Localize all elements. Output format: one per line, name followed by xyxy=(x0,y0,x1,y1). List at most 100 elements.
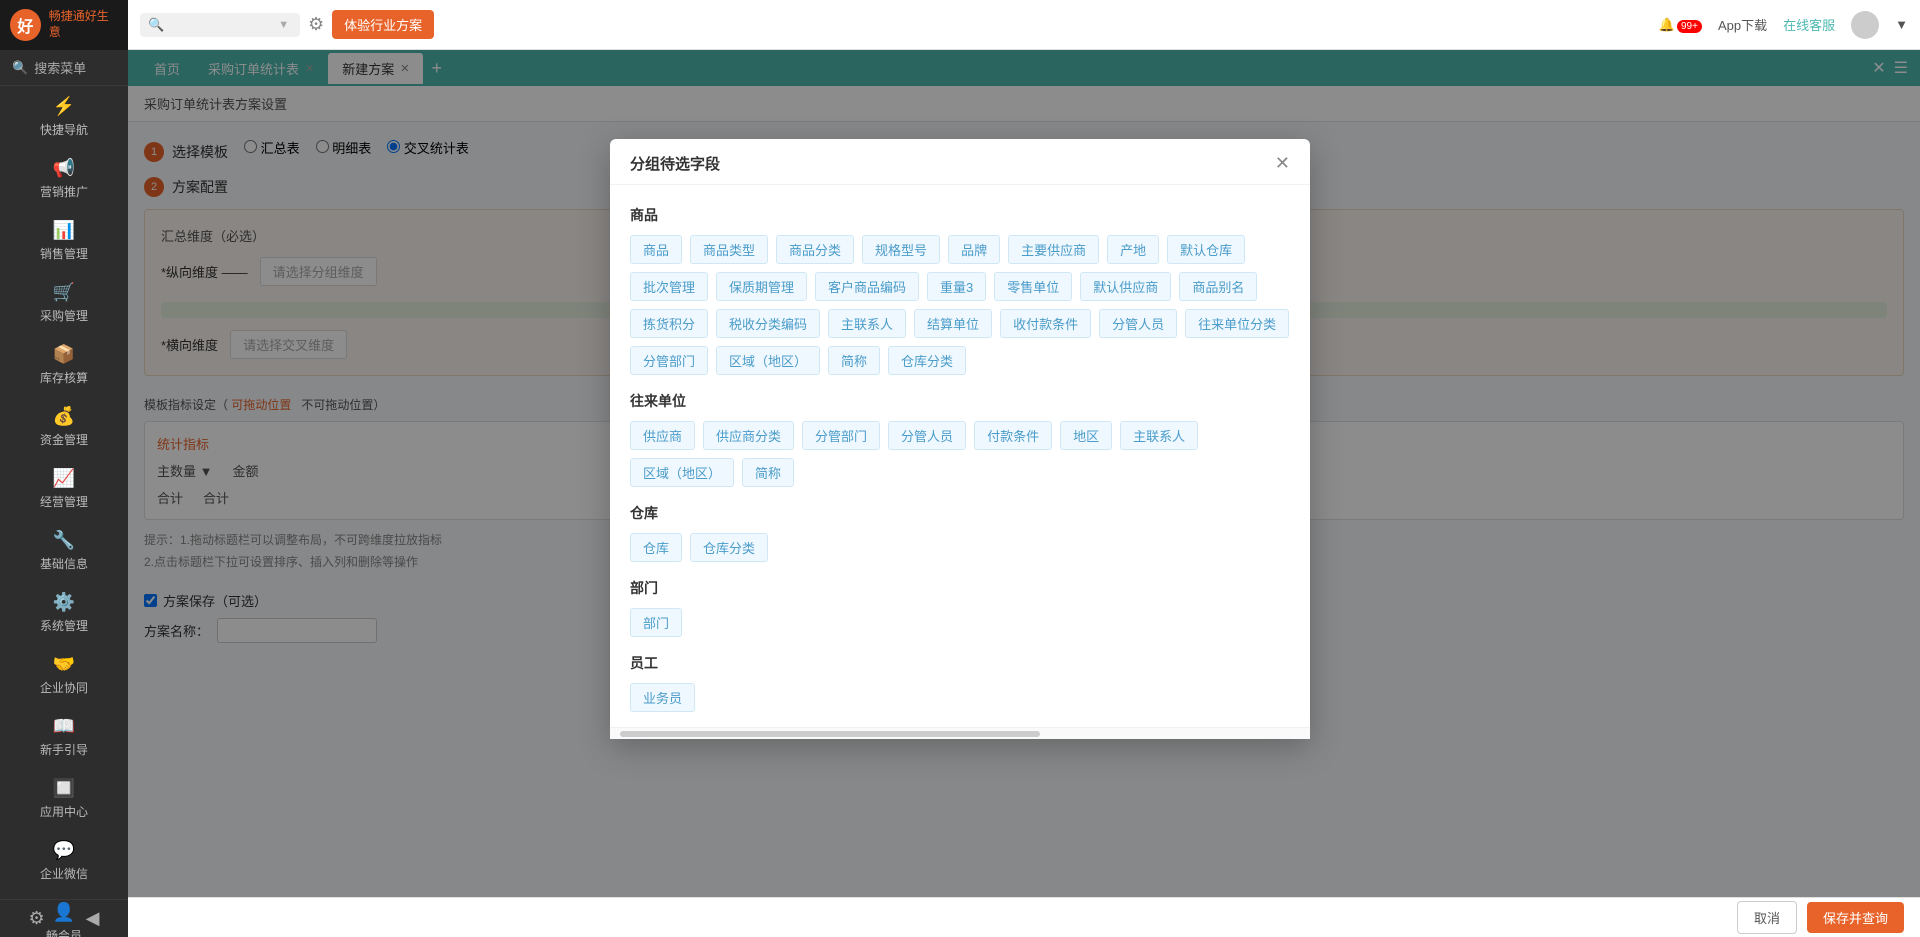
sidebar-guide-label: 新手引导 xyxy=(40,741,88,758)
tag-product-25[interactable]: 仓库分类 xyxy=(888,346,966,375)
sidebar-purchase-label: 采购管理 xyxy=(40,307,88,324)
tag-product-8[interactable]: 批次管理 xyxy=(630,272,708,301)
online-support-link[interactable]: 在线客服 xyxy=(1783,15,1835,34)
sidebar-guide-icon: 📖 xyxy=(53,716,75,737)
tag-product-16[interactable]: 税收分类编码 xyxy=(716,309,820,338)
tag-product-23[interactable]: 区域（地区） xyxy=(716,346,820,375)
tag-product-6[interactable]: 产地 xyxy=(1107,235,1159,264)
tag-product-14[interactable]: 商品别名 xyxy=(1179,272,1257,301)
tag-product-11[interactable]: 重量3 xyxy=(927,272,986,301)
tag-partner-4[interactable]: 付款条件 xyxy=(974,421,1052,450)
sidebar-item-marketing[interactable]: 📢营销推广 xyxy=(0,148,128,210)
tag-group-warehouse: 仓库仓库分类 xyxy=(630,533,1290,562)
modal-title: 分组待选字段 xyxy=(630,153,720,174)
sidebar-item-purchase[interactable]: 🛒采购管理 xyxy=(0,272,128,334)
tag-product-2[interactable]: 商品分类 xyxy=(776,235,854,264)
user-dropdown[interactable]: ▼ xyxy=(1895,17,1908,32)
modal-hscroll-thumb xyxy=(620,731,1040,737)
tag-partner-0[interactable]: 供应商 xyxy=(630,421,695,450)
modal-close-btn[interactable]: ✕ xyxy=(1275,154,1290,172)
tag-department-0[interactable]: 部门 xyxy=(630,608,682,637)
sidebar-wechat-label: 企业微信 xyxy=(40,865,88,882)
sidebar-finance-icon: 💰 xyxy=(53,406,75,427)
settings-icon[interactable]: ⚙ xyxy=(308,14,324,35)
tag-product-22[interactable]: 分管部门 xyxy=(630,346,708,375)
tag-partner-5[interactable]: 地区 xyxy=(1060,421,1112,450)
sidebar-item-finance[interactable]: 💰 资金管理 xyxy=(0,396,128,458)
sidebar-item-basic[interactable]: 🔧基础信息 xyxy=(0,520,128,582)
sidebar-item-wechat[interactable]: 💬 企业微信 xyxy=(0,830,128,892)
sidebar-search[interactable]: 🔍 搜索菜单 xyxy=(0,50,128,86)
modal-horizontal-scrollbar[interactable] xyxy=(610,727,1310,739)
tag-warehouse-0[interactable]: 仓库 xyxy=(630,533,682,562)
tag-warehouse-1[interactable]: 仓库分类 xyxy=(690,533,768,562)
sidebar-item-apps[interactable]: 🔲 应用中心 xyxy=(0,768,128,830)
tag-product-1[interactable]: 商品类型 xyxy=(690,235,768,264)
sidebar-item-system[interactable]: ⚙️系统管理 xyxy=(0,582,128,644)
tag-group-department: 部门 xyxy=(630,608,1290,637)
sidebar-item-quick-nav[interactable]: ⚡ 快捷导航 xyxy=(0,86,128,148)
tag-product-0[interactable]: 商品 xyxy=(630,235,682,264)
sidebar-system-label: 系统管理 xyxy=(40,617,88,634)
tag-partner-2[interactable]: 分管部门 xyxy=(802,421,880,450)
tag-product-19[interactable]: 收付款条件 xyxy=(1000,309,1091,338)
settings-bottom-icon[interactable]: ⚙ xyxy=(29,908,45,929)
tag-product-17[interactable]: 主联系人 xyxy=(828,309,906,338)
tag-partner-8[interactable]: 简称 xyxy=(742,458,794,487)
sidebar-item-corp[interactable]: 🤝企业协同 xyxy=(0,644,128,706)
sidebar-item-operations[interactable]: 📈经营管理 xyxy=(0,458,128,520)
sidebar-quick-nav-icon: ⚡ xyxy=(53,96,75,117)
sidebar-basic-label: 基础信息 xyxy=(40,555,88,572)
topbar-dropdown-icon[interactable]: ▼ xyxy=(278,19,289,31)
experience-btn[interactable]: 体验行业方案 xyxy=(332,10,434,39)
tag-product-18[interactable]: 结算单位 xyxy=(914,309,992,338)
sidebar-finance-label: 资金管理 xyxy=(40,431,88,448)
tag-product-10[interactable]: 客户商品编码 xyxy=(815,272,919,301)
volume-icon[interactable]: ◀ xyxy=(86,908,100,929)
tag-product-13[interactable]: 默认供应商 xyxy=(1080,272,1171,301)
tag-product-9[interactable]: 保质期管理 xyxy=(716,272,807,301)
tag-product-12[interactable]: 零售单位 xyxy=(994,272,1072,301)
section-title-department: 部门 xyxy=(630,578,1290,598)
notification-item[interactable]: 🔔99+ xyxy=(1659,17,1702,33)
sidebar-apps-label: 应用中心 xyxy=(40,803,88,820)
tag-employee-0[interactable]: 业务员 xyxy=(630,683,695,712)
tag-product-3[interactable]: 规格型号 xyxy=(862,235,940,264)
sidebar-sales-icon: 📊 xyxy=(53,220,75,241)
tag-product-20[interactable]: 分管人员 xyxy=(1099,309,1177,338)
section-title-warehouse: 仓库 xyxy=(630,503,1290,523)
modal-body[interactable]: 商品商品商品类型商品分类规格型号品牌主要供应商产地默认仓库批次管理保质期管理客户… xyxy=(610,185,1310,727)
section-warehouse: 仓库仓库仓库分类 xyxy=(630,503,1290,562)
topbar-right: 🔔99+ App下载 在线客服 ▼ xyxy=(1659,11,1908,39)
sidebar-wechat-icon: 💬 xyxy=(53,840,75,861)
tag-product-4[interactable]: 品牌 xyxy=(948,235,1000,264)
sidebar-sales-label: 销售管理 xyxy=(40,245,88,262)
sidebar-quick-nav-label: 快捷导航 xyxy=(40,121,88,138)
tag-partner-6[interactable]: 主联系人 xyxy=(1120,421,1198,450)
tag-partner-7[interactable]: 区域（地区） xyxy=(630,458,734,487)
topbar-search-input[interactable] xyxy=(168,17,278,32)
section-title-product: 商品 xyxy=(630,205,1290,225)
tag-partner-1[interactable]: 供应商分类 xyxy=(703,421,794,450)
tag-product-15[interactable]: 拣货积分 xyxy=(630,309,708,338)
sidebar-item-guide[interactable]: 📖 新手引导 xyxy=(0,706,128,768)
sidebar-inventory-label: 库存核算 xyxy=(40,369,88,386)
tag-partner-3[interactable]: 分管人员 xyxy=(888,421,966,450)
tag-product-21[interactable]: 往来单位分类 xyxy=(1185,309,1289,338)
sidebar-operations-label: 经营管理 xyxy=(40,493,88,510)
sidebar-logo: 好 畅捷通好生意 xyxy=(0,0,128,50)
sidebar-item-inventory[interactable]: 📦库存核算 xyxy=(0,334,128,396)
tag-product-7[interactable]: 默认仓库 xyxy=(1167,235,1245,264)
modal-group-fields: 分组待选字段 ✕ 商品商品商品类型商品分类规格型号品牌主要供应商产地默认仓库批次… xyxy=(610,139,1310,739)
save-button[interactable]: 保存并查询 xyxy=(1807,902,1904,933)
topbar-search-box[interactable]: 🔍 ▼ xyxy=(140,13,300,37)
cancel-button[interactable]: 取消 xyxy=(1737,901,1797,934)
user-avatar[interactable] xyxy=(1851,11,1879,39)
sidebar-apps-icon: 🔲 xyxy=(53,778,75,799)
section-product: 商品商品商品类型商品分类规格型号品牌主要供应商产地默认仓库批次管理保质期管理客户… xyxy=(630,205,1290,375)
sidebar-item-sales[interactable]: 📊 销售管理 xyxy=(0,210,128,272)
app-download-link[interactable]: App下载 xyxy=(1718,15,1767,34)
tag-product-5[interactable]: 主要供应商 xyxy=(1008,235,1099,264)
sidebar-corp-icon: 🤝 xyxy=(53,654,75,675)
tag-product-24[interactable]: 简称 xyxy=(828,346,880,375)
